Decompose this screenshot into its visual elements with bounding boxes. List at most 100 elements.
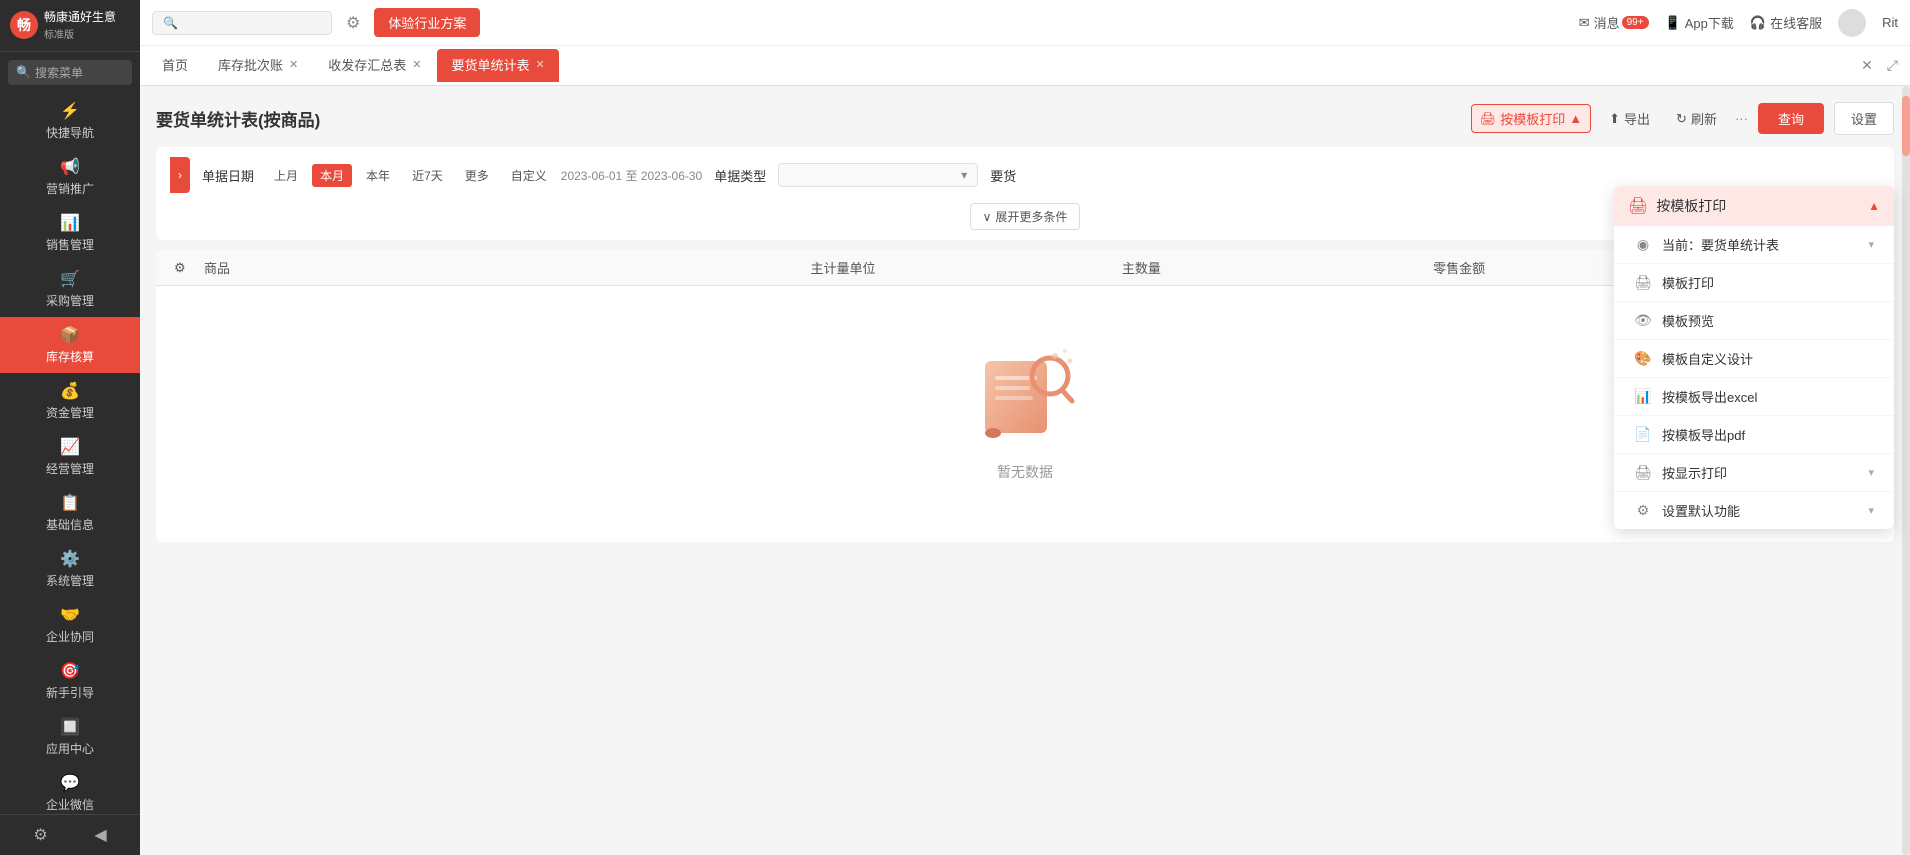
dropdown-current-section[interactable]: ◉ 当前：要货单统计表 ▾ (1614, 226, 1894, 264)
date-btn-custom[interactable]: 自定义 (503, 164, 555, 187)
app-download-action[interactable]: 📱 App下载 (1665, 13, 1734, 32)
expand-more-conditions-btn[interactable]: ∨ 展开更多条件 (970, 203, 1081, 230)
export-excel-label: 按模板导出excel (1662, 387, 1757, 406)
dropdown-header-left: 🖨 按模板打印 (1628, 196, 1726, 216)
tab-inventory-batch-close[interactable]: ✕ (289, 58, 298, 71)
logo-icon: 畅 (10, 11, 38, 39)
export-label: 导出 (1624, 109, 1650, 128)
page-scrollbar[interactable] (1902, 86, 1910, 855)
date-btn-more[interactable]: 更多 (457, 164, 497, 187)
empty-illustration (975, 346, 1075, 446)
expand-arrow-btn[interactable]: › (170, 157, 190, 193)
dropdown-display-print-section[interactable]: 🖨 按显示打印 ▾ (1614, 454, 1894, 492)
dropdown-export-excel[interactable]: 📊 按模板导出excel (1614, 378, 1894, 416)
user-avatar[interactable] (1838, 9, 1866, 37)
sidebar-item-basic[interactable]: 📋 基础信息 (0, 485, 140, 541)
export-excel-icon: 📊 (1634, 388, 1652, 405)
type-filter-label: 单据类型 (714, 166, 766, 185)
sidebar-item-marketing[interactable]: 📢 营销推广 (0, 149, 140, 205)
tab-order-stats[interactable]: 要货单统计表 ✕ (437, 49, 558, 82)
date-btn-7days[interactable]: 近7天 (404, 164, 451, 187)
template-design-icon: 🎨 (1634, 350, 1652, 367)
tab-receipt-summary[interactable]: 收发存汇总表 ✕ (314, 49, 435, 82)
sidebar-item-app-center[interactable]: 🔲 应用中心 (0, 709, 140, 765)
online-service-action[interactable]: 🎧 在线客服 (1750, 13, 1822, 32)
app-logo: 畅 畅康通好生意 标准版 (0, 0, 140, 52)
main-area: 🔍 ⚙ 体验行业方案 ✉ 消息 99+ 📱 App下载 🎧 在线客服 Rit (140, 0, 1910, 855)
export-btn[interactable]: ⬆ 导出 (1601, 105, 1658, 132)
tab-window-close-icon[interactable]: ✕ (1857, 53, 1877, 78)
display-print-label: 按显示打印 (1662, 463, 1727, 482)
print-template-btn[interactable]: 🖨 按模板打印 ▲ (1471, 104, 1591, 133)
type-filter-dropdown[interactable]: ▾ (778, 163, 978, 187)
date-btn-last-month[interactable]: 上月 (266, 164, 306, 187)
dropdown-print-icon: 🖨 (1628, 196, 1648, 216)
sidebar-nav: ⚡ 快捷导航 📢 营销推广 📊 销售管理 🛒 采购管理 📦 库存核算 💰 资金管… (0, 93, 140, 814)
dropdown-header-chevron-icon[interactable]: ▲ (1868, 199, 1880, 213)
export-icon: ⬆ (1609, 111, 1620, 127)
sidebar-item-system[interactable]: ⚙️ 系统管理 (0, 541, 140, 597)
message-icon: ✉ (1579, 15, 1590, 31)
col-unit: 主计量单位 (803, 258, 1114, 277)
tab-home[interactable]: 首页 (148, 49, 202, 82)
template-preview-icon: 👁 (1634, 312, 1652, 329)
message-action[interactable]: ✉ 消息 99+ (1579, 13, 1649, 32)
sidebar-item-sales[interactable]: 📊 销售管理 (0, 205, 140, 261)
date-btn-this-month[interactable]: 本月 (312, 164, 352, 187)
export-pdf-icon: 📄 (1634, 426, 1652, 443)
page-content: 要货单统计表(按商品) 🖨 按模板打印 ▲ ⬆ 导出 ↻ 刷新 ··· 查询 设… (140, 86, 1910, 855)
dropdown-template-preview[interactable]: 👁 模板预览 (1614, 302, 1894, 340)
template-design-label: 模板自定义设计 (1662, 349, 1753, 368)
sidebar-search[interactable]: 🔍 搜索菜单 (8, 60, 132, 85)
tab-inventory-batch[interactable]: 库存批次账 ✕ (204, 49, 312, 82)
sidebar-item-operation[interactable]: 📈 经营管理 (0, 429, 140, 485)
toolbar-more-icon[interactable]: ··· (1735, 111, 1748, 126)
tabs-bar: 首页 库存批次账 ✕ 收发存汇总表 ✕ 要货单统计表 ✕ ✕ ⤢ (140, 46, 1910, 86)
dropdown-export-pdf[interactable]: 📄 按模板导出pdf (1614, 416, 1894, 454)
dropdown-default-settings-section[interactable]: ⚙ 设置默认功能 ▾ (1614, 492, 1894, 529)
col-settings[interactable]: ⚙ (166, 260, 196, 276)
tab-window-expand-icon[interactable]: ⤢ (1883, 53, 1902, 78)
dropdown-template-print[interactable]: 🖨 模板打印 (1614, 264, 1894, 302)
tab-receipt-summary-close[interactable]: ✕ (412, 58, 421, 71)
cooperation-icon: 🤝 (60, 605, 80, 625)
sidebar-item-guide[interactable]: 🎯 新手引导 (0, 653, 140, 709)
dropdown-template-design[interactable]: 🎨 模板自定义设计 (1614, 340, 1894, 378)
topbar-search[interactable]: 🔍 (152, 11, 332, 35)
trial-btn[interactable]: 体验行业方案 (374, 8, 480, 37)
sidebar-item-label: 经营管理 (46, 460, 94, 477)
empty-svg-illustration (975, 346, 1075, 446)
search-icon: 🔍 (16, 65, 31, 79)
quick-nav-icon: ⚡ (60, 101, 80, 121)
dropdown-header[interactable]: 🖨 按模板打印 ▲ (1614, 186, 1894, 226)
marketing-icon: 📢 (60, 157, 80, 177)
sidebar-bottom: ⚙ ◀ (0, 814, 140, 855)
expand-conditions-icon: ∨ (983, 210, 992, 224)
sidebar-item-label: 资金管理 (46, 404, 94, 421)
collapse-sidebar-icon[interactable]: ◀ (94, 825, 106, 845)
sidebar-item-purchase[interactable]: 🛒 采购管理 (0, 261, 140, 317)
sidebar-item-inventory[interactable]: 📦 库存核算 (0, 317, 140, 373)
sidebar-item-finance[interactable]: 💰 资金管理 (0, 373, 140, 429)
tab-order-stats-label: 要货单统计表 (451, 55, 529, 74)
empty-text: 暂无数据 (997, 462, 1053, 482)
download-icon: 📱 (1665, 15, 1681, 31)
settings-bottom-icon[interactable]: ⚙ (33, 825, 47, 845)
refresh-btn[interactable]: ↻ 刷新 (1668, 105, 1725, 132)
settings-btn[interactable]: 设置 (1834, 102, 1894, 135)
tab-receipt-summary-label: 收发存汇总表 (328, 55, 406, 74)
sidebar-item-cooperation[interactable]: 🤝 企业协同 (0, 597, 140, 653)
topbar-gear-icon[interactable]: ⚙ (346, 13, 360, 33)
date-btn-this-year[interactable]: 本年 (358, 164, 398, 187)
sidebar-item-label: 采购管理 (46, 292, 94, 309)
sidebar-item-label: 销售管理 (46, 236, 94, 253)
online-service-label: 在线客服 (1770, 13, 1822, 32)
tab-order-stats-close[interactable]: ✕ (536, 58, 545, 71)
scrollbar-thumb (1902, 96, 1910, 156)
dropdown-header-label: 按模板打印 (1656, 196, 1726, 216)
basic-icon: 📋 (60, 493, 80, 513)
query-btn[interactable]: 查询 (1758, 103, 1824, 134)
sidebar-item-wechat[interactable]: 💬 企业微信 (0, 765, 140, 814)
sidebar-item-quick-nav[interactable]: ⚡ 快捷导航 (0, 93, 140, 149)
app-download-label: App下载 (1685, 13, 1734, 32)
